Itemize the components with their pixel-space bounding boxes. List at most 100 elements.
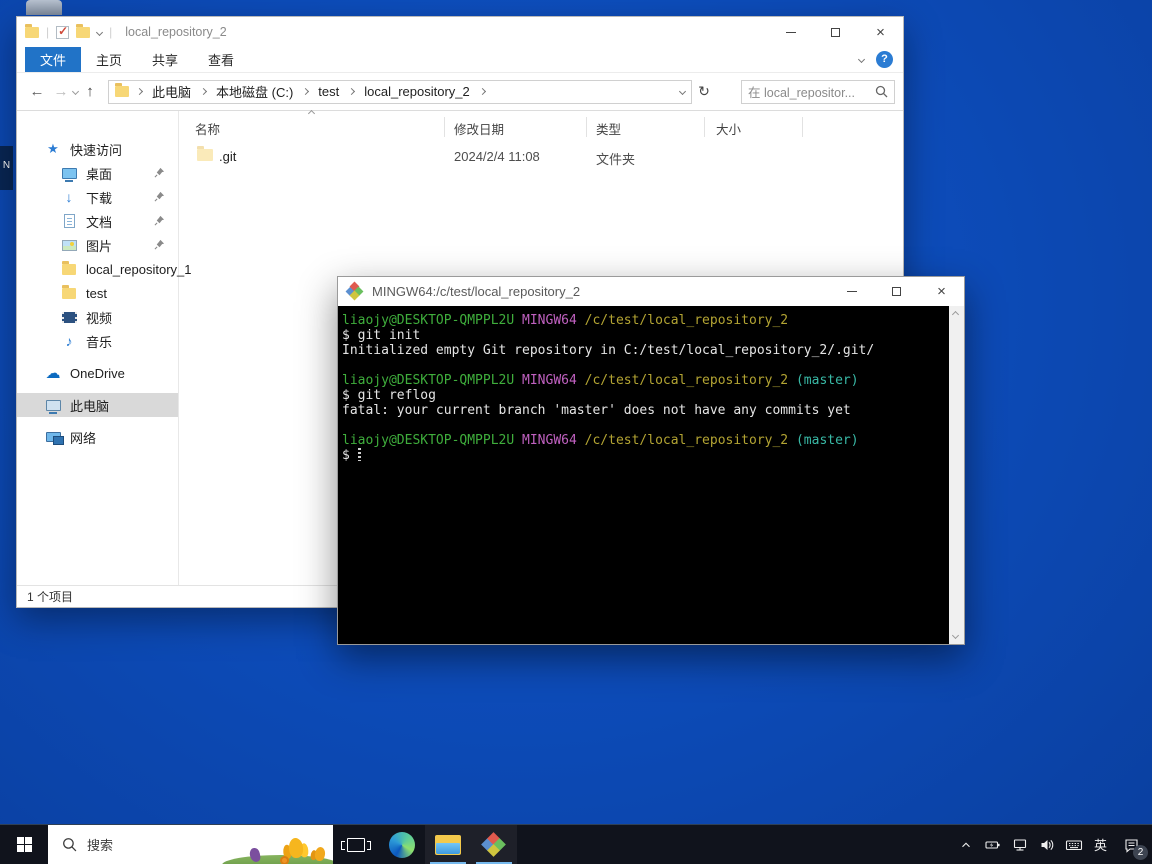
maximize-button[interactable] [813, 17, 858, 47]
tab-file[interactable]: 文件 [25, 47, 82, 72]
address-bar[interactable]: 此电脑 本地磁盘 (C:) test local_repository_2 [108, 79, 692, 104]
search-icon [875, 85, 888, 98]
qat-customize-chevron-icon[interactable] [96, 28, 104, 36]
sidebar-item-network[interactable]: 网络 [17, 425, 178, 449]
address-dropdown-chevron-icon[interactable] [678, 87, 687, 96]
terminal-input-line[interactable]: $ [342, 448, 949, 463]
task-view-icon [341, 837, 371, 852]
column-header-type[interactable]: 类型 [596, 119, 621, 138]
refresh-icon[interactable]: ↻ [692, 83, 716, 100]
up-icon[interactable]: ↑ [78, 83, 102, 100]
file-date-modified: 2024/2/4 11:08 [454, 149, 540, 164]
column-header-date-modified[interactable]: 修改日期 [454, 119, 504, 138]
action-center-button[interactable]: 2 [1114, 825, 1148, 864]
sidebar-item-label: OneDrive [70, 365, 125, 381]
terminal-scrollbar[interactable] [949, 306, 964, 644]
sidebar-item-music[interactable]: ♪ 音乐 [17, 329, 178, 353]
cloud-icon: ☁ [45, 365, 61, 382]
tray-battery-button[interactable] [979, 825, 1006, 864]
breadcrumb-chevron-icon[interactable] [135, 87, 144, 96]
tab-view[interactable]: 查看 [193, 47, 249, 72]
scroll-up-icon[interactable] [951, 310, 960, 319]
breadcrumb-chevron-icon[interactable] [199, 87, 208, 96]
ethernet-icon [1013, 838, 1026, 851]
breadcrumb-chevron-icon[interactable] [302, 87, 310, 96]
sidebar-item-quick-access[interactable]: ★ 快速访问 [17, 137, 178, 161]
minimize-button[interactable] [768, 17, 813, 47]
minimize-button[interactable] [829, 277, 874, 306]
sidebar-item-local-repository-1[interactable]: local_repository_1 [17, 257, 192, 281]
column-header-name[interactable]: 名称 [195, 119, 220, 138]
close-button[interactable]: × [858, 17, 903, 47]
properties-check-icon[interactable] [56, 24, 70, 39]
tray-ime-indicator[interactable]: 英 [1087, 825, 1114, 864]
edge-browser-button[interactable] [379, 825, 425, 864]
item-count: 1 个项目 [27, 590, 74, 604]
sidebar-item-videos[interactable]: 视频 [17, 305, 178, 329]
explorer-titlebar[interactable]: | | local_repository_2 × [17, 17, 903, 47]
music-note-icon: ♪ [65, 333, 73, 349]
forward-icon[interactable]: → [49, 83, 73, 100]
column-header-size[interactable]: 大小 [716, 119, 741, 138]
scroll-down-icon[interactable] [951, 631, 960, 640]
sidebar-item-this-pc[interactable]: 此电脑 [17, 393, 178, 417]
explorer-window-title: local_repository_2 [125, 25, 227, 39]
terminal-titlebar[interactable]: MINGW64:/c/test/local_repository_2 × [338, 277, 964, 306]
breadcrumb-local-repository-2[interactable]: local_repository_2 [362, 84, 472, 99]
battery-charging-icon [985, 840, 1000, 849]
picture-icon [61, 239, 77, 251]
back-icon[interactable]: ← [25, 83, 49, 100]
sidebar-item-label: 视频 [86, 310, 113, 326]
file-row-git[interactable]: .git 2024/2/4 11:08 文件夹 [181, 145, 893, 169]
sidebar-item-label: 文档 [86, 214, 113, 230]
git-bash-taskbar-button[interactable] [471, 825, 517, 864]
sidebar-item-downloads[interactable]: ↓ 下载 [17, 185, 178, 209]
terminal-window-title: MINGW64:/c/test/local_repository_2 [372, 284, 581, 299]
git-bash-icon [345, 281, 364, 301]
search-highlight-flowers [222, 825, 333, 864]
file-explorer-taskbar-button[interactable] [425, 825, 471, 864]
breadcrumb-this-pc[interactable]: 此电脑 [150, 82, 193, 101]
help-icon[interactable]: ? [876, 51, 893, 68]
keyboard-icon [1065, 839, 1082, 850]
tray-touch-keyboard-button[interactable] [1060, 825, 1087, 864]
tab-home[interactable]: 主页 [81, 47, 137, 72]
task-view-button[interactable] [333, 825, 379, 864]
titlebar-divider: | [46, 25, 50, 39]
sidebar-item-desktop[interactable]: 桌面 [17, 161, 178, 185]
ribbon-tab-strip: 文件 主页 共享 查看 ? [17, 47, 903, 73]
sidebar-item-label: 网络 [70, 430, 97, 446]
breadcrumb-local-disk-c[interactable]: 本地磁盘 (C:) [214, 82, 295, 101]
tray-volume-button[interactable] [1033, 825, 1060, 864]
hidden-folder-icon [197, 146, 213, 161]
close-button[interactable]: × [919, 277, 964, 306]
sidebar-item-label: local_repository_1 [86, 261, 192, 277]
new-folder-icon[interactable] [76, 23, 91, 38]
tray-network-button[interactable] [1006, 825, 1033, 864]
sidebar-item-label: 音乐 [86, 334, 113, 350]
breadcrumb-test[interactable]: test [316, 84, 341, 99]
sidebar-item-pictures[interactable]: 图片 [17, 233, 178, 257]
explorer-app-icon [25, 23, 39, 38]
ribbon-collapse-chevron-icon[interactable] [857, 55, 866, 64]
tab-share[interactable]: 共享 [137, 47, 193, 72]
start-button[interactable] [0, 825, 48, 864]
sidebar-item-label: 图片 [86, 238, 113, 254]
sidebar-item-onedrive[interactable]: ☁ OneDrive [17, 361, 178, 385]
system-tray: 英 2 [952, 825, 1152, 864]
sidebar-item-documents[interactable]: 文档 [17, 209, 178, 233]
taskbar-search-box[interactable]: 搜索 [48, 825, 333, 864]
terminal-output[interactable]: liaojy@DESKTOP-QMPPL2U MINGW64 /c/test/l… [338, 306, 949, 644]
breadcrumb-chevron-icon[interactable] [478, 87, 486, 96]
explorer-search-box[interactable]: 在 local_repositor... [741, 79, 895, 104]
sidebar-item-label: test [86, 285, 107, 301]
terminal-output-line: fatal: your current branch 'master' does… [342, 403, 851, 418]
terminal-command: $ git init [342, 328, 421, 343]
sidebar-item-test[interactable]: test [17, 281, 178, 305]
tray-expand-button[interactable] [952, 825, 979, 864]
maximize-button[interactable] [874, 277, 919, 306]
file-explorer-icon [435, 834, 461, 855]
git-bash-window: MINGW64:/c/test/local_repository_2 × lia… [337, 276, 965, 645]
breadcrumb-chevron-icon[interactable] [348, 87, 356, 96]
